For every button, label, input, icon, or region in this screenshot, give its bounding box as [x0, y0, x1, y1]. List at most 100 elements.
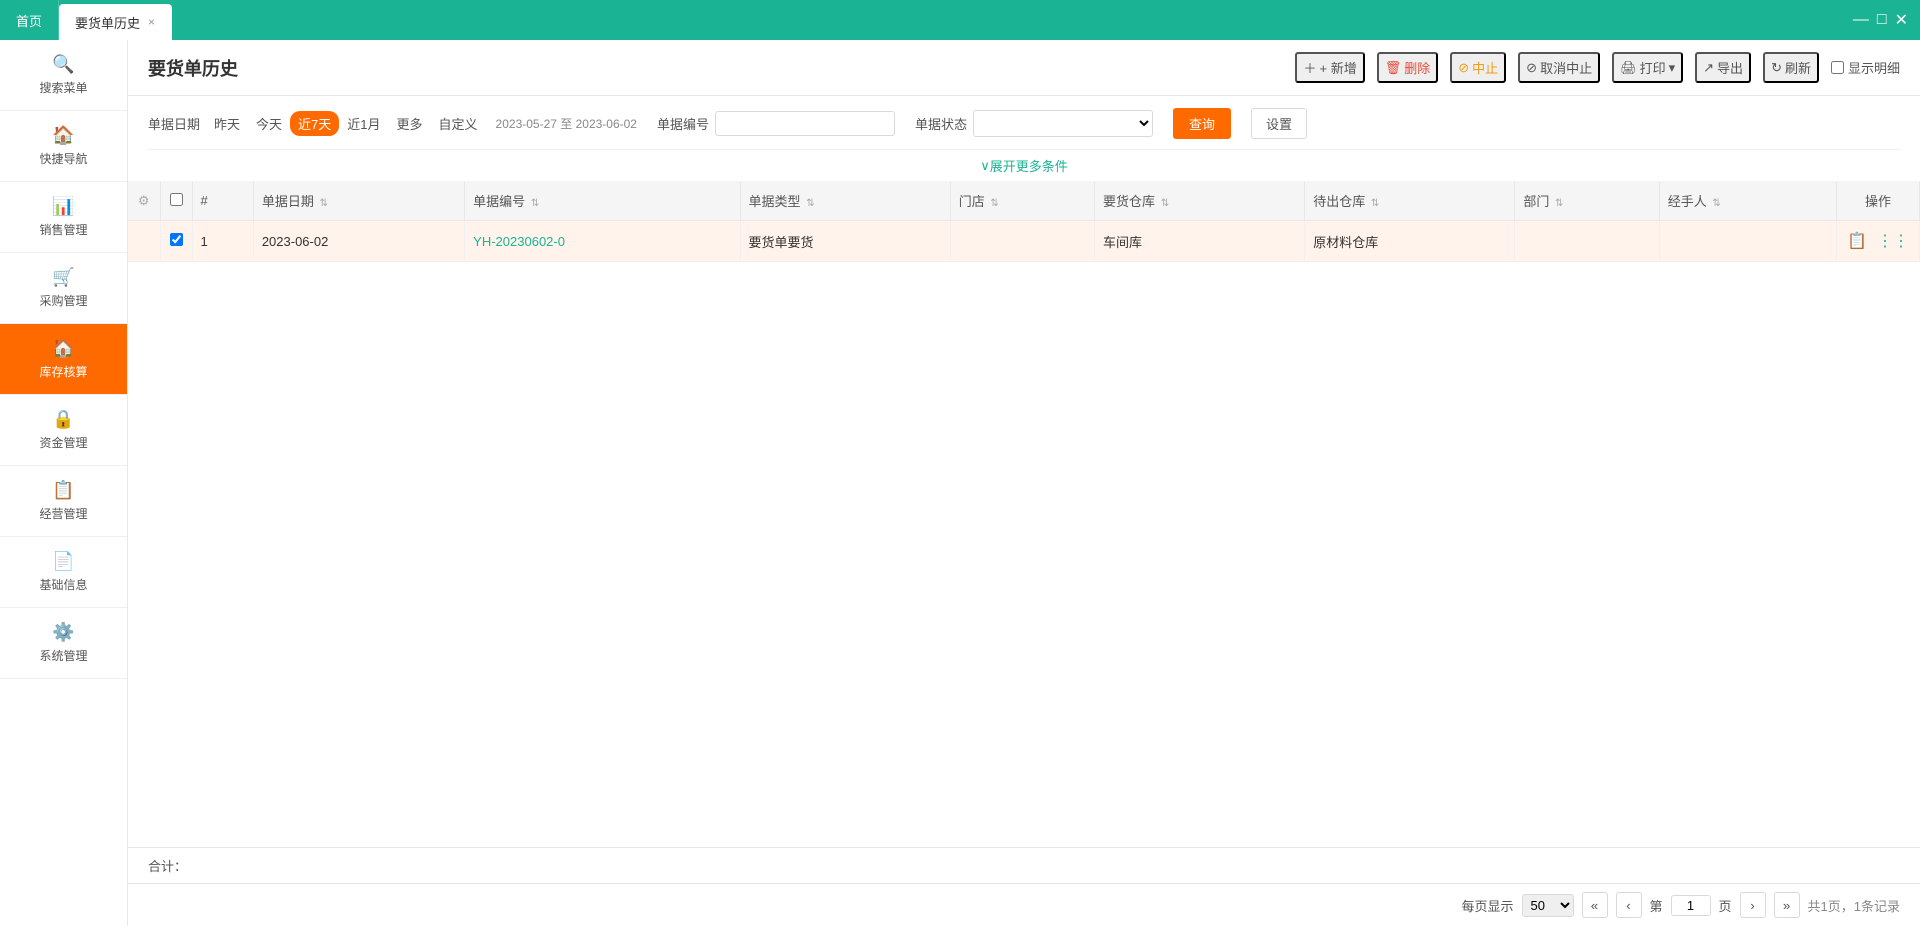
sidebar-item-sales[interactable]: 📊 销售管理: [0, 182, 127, 253]
last-page-button[interactable]: »: [1774, 892, 1800, 918]
sales-icon: 📊: [52, 196, 74, 217]
settings-button[interactable]: 设置: [1251, 108, 1307, 139]
print-label: 打印: [1640, 58, 1666, 77]
page-number-input[interactable]: [1671, 895, 1711, 916]
row-edit-icon[interactable]: 📋: [1845, 229, 1869, 253]
display-detail-toggle[interactable]: 显示明细: [1831, 58, 1900, 77]
row-req-warehouse: 车间库: [1095, 221, 1305, 262]
requisition-table: ⚙ # 单据日期 ⇅ 单据编号 ⇅: [128, 181, 1920, 262]
maximize-icon[interactable]: □: [1877, 11, 1887, 29]
cancel-stop-label: 取消中止: [1540, 58, 1592, 77]
sidebar-item-system[interactable]: ⚙️ 系统管理: [0, 608, 127, 679]
minimize-icon[interactable]: —: [1853, 11, 1869, 29]
col-doc-date[interactable]: 单据日期 ⇅: [253, 181, 464, 221]
sort-doc-number-icon: ⇅: [531, 198, 539, 209]
system-icon: ⚙️: [52, 622, 74, 643]
print-button[interactable]: 🖨 打印 ▾: [1612, 52, 1683, 83]
date-btn-more[interactable]: 更多: [389, 111, 431, 136]
row-index: 1: [192, 221, 253, 262]
select-all-checkbox[interactable]: [170, 193, 183, 206]
tab-home-label: 首页: [16, 11, 42, 30]
prev-page-button[interactable]: ‹: [1616, 892, 1642, 918]
delete-button[interactable]: 🗑 删除: [1377, 52, 1439, 83]
doc-status-select[interactable]: [973, 110, 1153, 137]
query-button[interactable]: 查询: [1173, 108, 1231, 139]
col-doc-number[interactable]: 单据编号 ⇅: [465, 181, 740, 221]
cancel-stop-button[interactable]: ⊘ 取消中止: [1518, 52, 1600, 83]
display-detail-label: 显示明细: [1848, 58, 1900, 77]
sidebar-item-basic-info-label: 基础信息: [39, 576, 87, 593]
export-label: 导出: [1717, 58, 1743, 77]
stop-icon: ⊘: [1458, 60, 1469, 76]
sidebar-item-operations[interactable]: 📋 经营管理: [0, 466, 127, 537]
tab-requisition-history[interactable]: 要货单历史 ×: [59, 4, 172, 40]
filter-row-1: 单据日期 昨天 今天 近7天 近1月 更多 自定义 2023-05-27 至 2…: [148, 108, 1900, 139]
tab-close-icon[interactable]: ×: [148, 15, 155, 29]
page-header: 要货单历史 ＋ + 新增 🗑 删除 ⊘ 中止 ⊘ 取消中止: [128, 40, 1920, 96]
col-checkbox: [160, 181, 192, 221]
sort-doc-date-icon: ⇅: [319, 198, 327, 209]
refresh-button[interactable]: ↻ 刷新: [1763, 52, 1819, 83]
sort-doc-type-icon: ⇅: [806, 198, 814, 209]
col-doc-type[interactable]: 单据类型 ⇅: [740, 181, 950, 221]
row-checkbox[interactable]: [170, 233, 183, 246]
row-action-buttons: 📋 ⋮⋮: [1845, 229, 1911, 253]
date-range-display: 2023-05-27 至 2023-06-02: [496, 115, 637, 132]
sidebar-item-system-label: 系统管理: [39, 647, 87, 664]
footer-summary: 合计：: [128, 847, 1920, 883]
col-settings[interactable]: ⚙: [128, 181, 160, 221]
close-window-icon[interactable]: ✕: [1895, 10, 1908, 30]
col-handler[interactable]: 经手人 ⇅: [1659, 181, 1836, 221]
first-page-button[interactable]: «: [1582, 892, 1608, 918]
operations-icon: 📋: [52, 480, 74, 501]
col-store[interactable]: 门店 ⇅: [950, 181, 1094, 221]
row-doc-number[interactable]: YH-20230602-0: [465, 221, 740, 262]
row-doc-type: 要货单要货: [740, 221, 950, 262]
date-btn-7days[interactable]: 近7天: [290, 111, 339, 136]
date-btn-today[interactable]: 今天: [248, 111, 290, 136]
stop-button[interactable]: ⊘ 中止: [1450, 52, 1506, 83]
doc-number-filter: 单据编号: [657, 111, 895, 136]
doc-number-label: 单据编号: [657, 114, 709, 133]
date-btn-yesterday[interactable]: 昨天: [206, 111, 248, 136]
row-actions-col: 📋 ⋮⋮: [1837, 221, 1920, 262]
col-req-warehouse[interactable]: 要货仓库 ⇅: [1095, 181, 1305, 221]
doc-status-label: 单据状态: [915, 114, 967, 133]
page-size-select[interactable]: 50 10 20 100: [1522, 894, 1574, 917]
delete-label: 删除: [1404, 58, 1430, 77]
tab-home[interactable]: 首页: [0, 0, 59, 40]
content-area: 要货单历史 ＋ + 新增 🗑 删除 ⊘ 中止 ⊘ 取消中止: [128, 40, 1920, 926]
sidebar-item-finance[interactable]: 🔒 资金管理: [0, 395, 127, 466]
col-pending-warehouse[interactable]: 待出仓库 ⇅: [1305, 181, 1515, 221]
table-wrapper: ⚙ # 单据日期 ⇅ 单据编号 ⇅: [128, 181, 1920, 847]
expand-more-btn[interactable]: ∨ 展开更多条件: [148, 149, 1900, 181]
chevron-down-icon: ∨: [980, 158, 990, 174]
sidebar-item-purchase[interactable]: 🛒 采购管理: [0, 253, 127, 324]
sidebar-item-basic-info[interactable]: 📄 基础信息: [0, 537, 127, 608]
page-title: 要货单历史: [148, 55, 238, 81]
table-row: 1 2023-06-02 YH-20230602-0 要货单要货 车间库 原材料…: [128, 221, 1920, 262]
date-btn-custom[interactable]: 自定义: [431, 111, 486, 136]
row-settings-col: [128, 221, 160, 262]
export-button[interactable]: ↗ 导出: [1695, 52, 1751, 83]
sidebar-item-search-menu[interactable]: 🔍 搜索菜单: [0, 40, 127, 111]
refresh-label: 刷新: [1785, 58, 1811, 77]
summary-label: 合计：: [148, 856, 187, 875]
page-size-label: 每页显示: [1461, 896, 1513, 915]
row-more-icon[interactable]: ⋮⋮: [1875, 229, 1911, 253]
doc-number-link[interactable]: YH-20230602-0: [473, 234, 565, 249]
date-btn-1month[interactable]: 近1月: [339, 111, 388, 136]
row-handler: [1659, 221, 1836, 262]
col-department[interactable]: 部门 ⇅: [1515, 181, 1659, 221]
doc-status-filter: 单据状态: [915, 110, 1153, 137]
next-page-button[interactable]: ›: [1740, 892, 1766, 918]
sort-store-icon: ⇅: [990, 198, 998, 209]
display-detail-checkbox[interactable]: [1831, 61, 1844, 74]
sidebar-item-quick-nav[interactable]: 🏠 快捷导航: [0, 111, 127, 182]
row-doc-date: 2023-06-02: [253, 221, 464, 262]
sidebar-item-inventory-label: 库存核算: [39, 363, 87, 380]
col-index: #: [192, 181, 253, 221]
new-button[interactable]: ＋ + 新增: [1295, 52, 1364, 83]
sidebar-item-inventory[interactable]: 🏠 库存核算: [0, 324, 127, 395]
doc-number-input[interactable]: [715, 111, 895, 136]
